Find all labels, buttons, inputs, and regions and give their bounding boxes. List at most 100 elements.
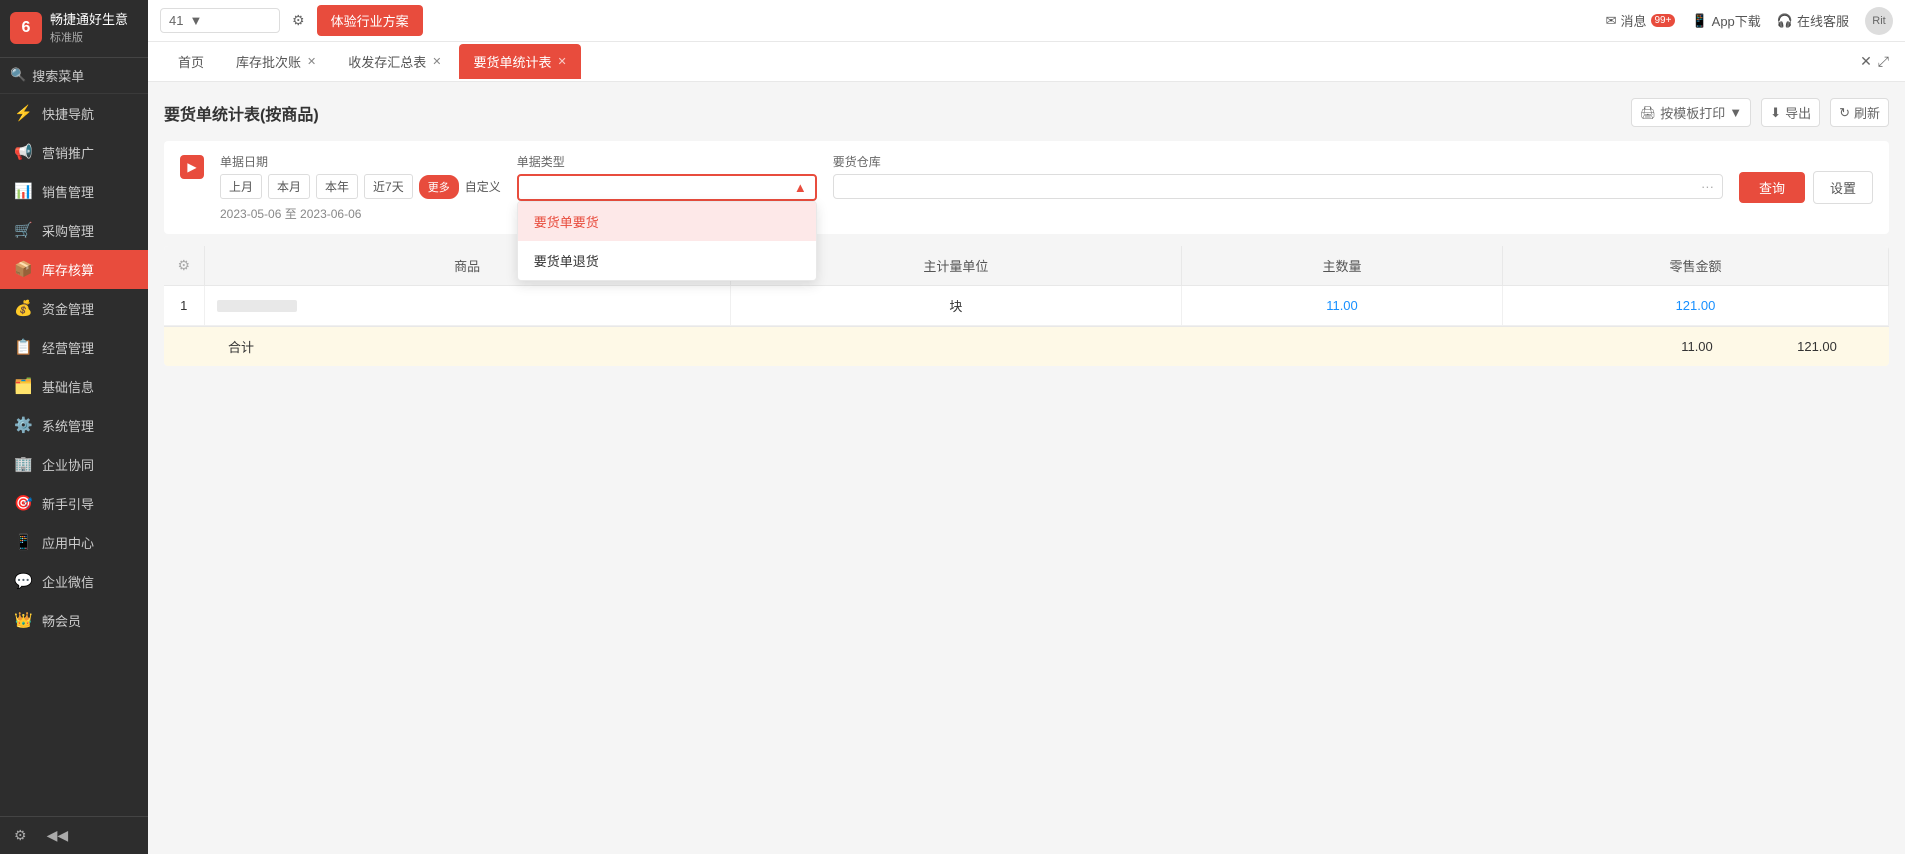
filter-actions: 查询 设置	[1739, 171, 1873, 204]
system-icon: ⚙️	[14, 416, 32, 434]
this-month-btn[interactable]: 本月	[268, 174, 310, 199]
header-gear-icon[interactable]: ⚙	[292, 12, 305, 29]
close-all-icon[interactable]: ✕	[1860, 53, 1872, 70]
sidebar-item-wechat[interactable]: 💬 企业微信	[0, 562, 148, 601]
col-amount-header: 零售金额	[1502, 246, 1888, 286]
sidebar-item-sales[interactable]: 📊 销售管理	[0, 172, 148, 211]
page-content: 要货单统计表(按商品) 🖨 按模板打印 ▼ ⬇ 导出 ↻ 刷新 ▶	[148, 82, 1905, 854]
type-input[interactable]	[527, 180, 794, 195]
sidebar-item-label: 采购管理	[42, 221, 94, 240]
export-button[interactable]: ⬇ 导出	[1761, 98, 1820, 127]
tab-receive-summary-close[interactable]: ✕	[432, 55, 441, 68]
table-container: ⚙ 商品 主计量单位 主数量 零售金额 1	[164, 246, 1889, 366]
warehouse-filter-group: 要货仓库 ···	[833, 153, 1723, 199]
more-dates-btn[interactable]: 更多	[419, 175, 459, 199]
sidebar: 6 畅捷通好生意 标准版 🔍 搜索菜单 ⚡ 快捷导航 📢 营销推广 📊 销售管理…	[0, 0, 148, 854]
sidebar-item-quick-nav[interactable]: ⚡ 快捷导航	[0, 94, 148, 133]
type-input-row[interactable]: ▲	[517, 174, 817, 201]
sidebar-logo: 6 畅捷通好生意 标准版	[0, 0, 148, 58]
tab-home[interactable]: 首页	[164, 44, 218, 79]
service-icon: 🎧	[1777, 13, 1793, 29]
brand-name: 畅捷通好生意	[50, 12, 128, 29]
refresh-button[interactable]: ↻ 刷新	[1830, 98, 1889, 127]
tab-bar-actions: ✕ ⤢	[1860, 53, 1889, 70]
filter-expand-button[interactable]: ▶	[180, 155, 204, 179]
last-7days-btn[interactable]: 近7天	[364, 174, 413, 199]
sidebar-item-purchase[interactable]: 🛒 采购管理	[0, 211, 148, 250]
vip-icon: 👑	[14, 611, 32, 629]
user-avatar[interactable]: Rit	[1865, 7, 1893, 35]
row-unit: 块	[730, 286, 1181, 326]
app-download-action[interactable]: 📱 App下载	[1691, 11, 1760, 30]
sidebar-item-system[interactable]: ⚙️ 系统管理	[0, 406, 148, 445]
sidebar-item-finance[interactable]: 💰 资金管理	[0, 289, 148, 328]
trial-button[interactable]: 体验行业方案	[317, 5, 423, 36]
type-dropdown-arrow[interactable]: ▲	[794, 180, 807, 195]
filter-settings-button[interactable]: 设置	[1813, 171, 1873, 204]
logo-icon: 6	[10, 12, 42, 44]
sidebar-item-label: 应用中心	[42, 533, 94, 552]
search-label: 搜索菜单	[32, 66, 84, 85]
print-icon: 🖨	[1640, 105, 1657, 121]
custom-date-btn[interactable]: 自定义	[465, 178, 501, 195]
messages-action[interactable]: ✉ 消息 99+	[1606, 11, 1676, 30]
print-label: 按模板打印	[1660, 103, 1725, 122]
print-button[interactable]: 🖨 按模板打印 ▼	[1631, 98, 1751, 127]
sidebar-nav: ⚡ 快捷导航 📢 营销推广 📊 销售管理 🛒 采购管理 📦 库存核算 💰 资金管…	[0, 94, 148, 816]
sidebar-item-enterprise[interactable]: 🏢 企业协同	[0, 445, 148, 484]
warehouse-input-row: ···	[833, 174, 1723, 199]
store-selector[interactable]: 41 ▼	[160, 8, 280, 33]
dropdown-item-purchase-order[interactable]: 要货单要货	[518, 202, 816, 241]
messages-badge: 99+	[1651, 14, 1676, 27]
sidebar-search[interactable]: 🔍 搜索菜单	[0, 58, 148, 94]
sidebar-item-basic[interactable]: 🗂️ 基础信息	[0, 367, 148, 406]
message-icon: ✉	[1606, 13, 1617, 29]
table-settings-gear-icon[interactable]: ⚙	[177, 257, 190, 273]
chevron-down-icon: ▼	[189, 13, 202, 28]
finance-icon: 💰	[14, 299, 32, 317]
collapse-sidebar-icon[interactable]: ◀◀	[47, 827, 69, 844]
page-title: 要货单统计表(按商品)	[164, 101, 319, 125]
tab-order-summary-label: 要货单统计表	[473, 52, 551, 71]
sidebar-item-appstore[interactable]: 📱 应用中心	[0, 523, 148, 562]
print-chevron-icon: ▼	[1729, 105, 1742, 120]
tab-batch-account-close[interactable]: ✕	[307, 55, 316, 68]
table-row: 1 块 11.00 121.00	[164, 286, 1889, 326]
sidebar-item-inventory[interactable]: 📦 库存核算	[0, 250, 148, 289]
store-number: 41	[169, 13, 183, 28]
this-year-btn[interactable]: 本年	[316, 174, 358, 199]
sidebar-item-operation[interactable]: 📋 经营管理	[0, 328, 148, 367]
inventory-icon: 📦	[14, 260, 32, 278]
warehouse-input[interactable]	[842, 179, 1701, 194]
last-month-btn[interactable]: 上月	[220, 174, 262, 199]
marketing-icon: 📢	[14, 143, 32, 161]
table-footer: 合计 11.00 121.00	[164, 326, 1889, 366]
amount-link[interactable]: 121.00	[1676, 298, 1716, 313]
sidebar-item-vip[interactable]: 👑 畅会员	[0, 601, 148, 640]
query-button[interactable]: 查询	[1739, 172, 1805, 203]
sidebar-item-label: 快捷导航	[42, 104, 94, 123]
sidebar-item-label: 基础信息	[42, 377, 94, 396]
purchase-icon: 🛒	[14, 221, 32, 239]
quantity-link[interactable]: 11.00	[1326, 298, 1358, 313]
tab-order-summary[interactable]: 要货单统计表 ✕	[459, 44, 580, 79]
date-range-row: 上月 本月 本年 近7天 更多 自定义	[220, 174, 501, 199]
tab-batch-account[interactable]: 库存批次账 ✕	[222, 44, 330, 79]
warehouse-dots-icon[interactable]: ···	[1701, 179, 1714, 194]
page-header: 要货单统计表(按商品) 🖨 按模板打印 ▼ ⬇ 导出 ↻ 刷新	[164, 98, 1889, 127]
search-icon: 🔍	[10, 67, 26, 83]
col-settings-header[interactable]: ⚙	[164, 246, 204, 286]
expand-icon[interactable]: ⤢	[1878, 53, 1889, 70]
tab-receive-summary[interactable]: 收发存汇总表 ✕	[334, 44, 455, 79]
sidebar-footer: ⚙ ◀◀	[0, 816, 148, 854]
online-service-action[interactable]: 🎧 在线客服	[1777, 11, 1849, 30]
tab-order-summary-close[interactable]: ✕	[558, 55, 567, 68]
sidebar-item-guide[interactable]: 🎯 新手引导	[0, 484, 148, 523]
dropdown-item-purchase-return[interactable]: 要货单退货	[518, 241, 816, 280]
data-table: ⚙ 商品 主计量单位 主数量 零售金额 1	[164, 246, 1889, 326]
sidebar-item-label: 企业协同	[42, 455, 94, 474]
sidebar-item-marketing[interactable]: 📢 营销推广	[0, 133, 148, 172]
settings-footer-icon[interactable]: ⚙	[14, 827, 27, 844]
sidebar-item-label: 企业微信	[42, 572, 94, 591]
app-download-label: App下载	[1712, 11, 1761, 30]
